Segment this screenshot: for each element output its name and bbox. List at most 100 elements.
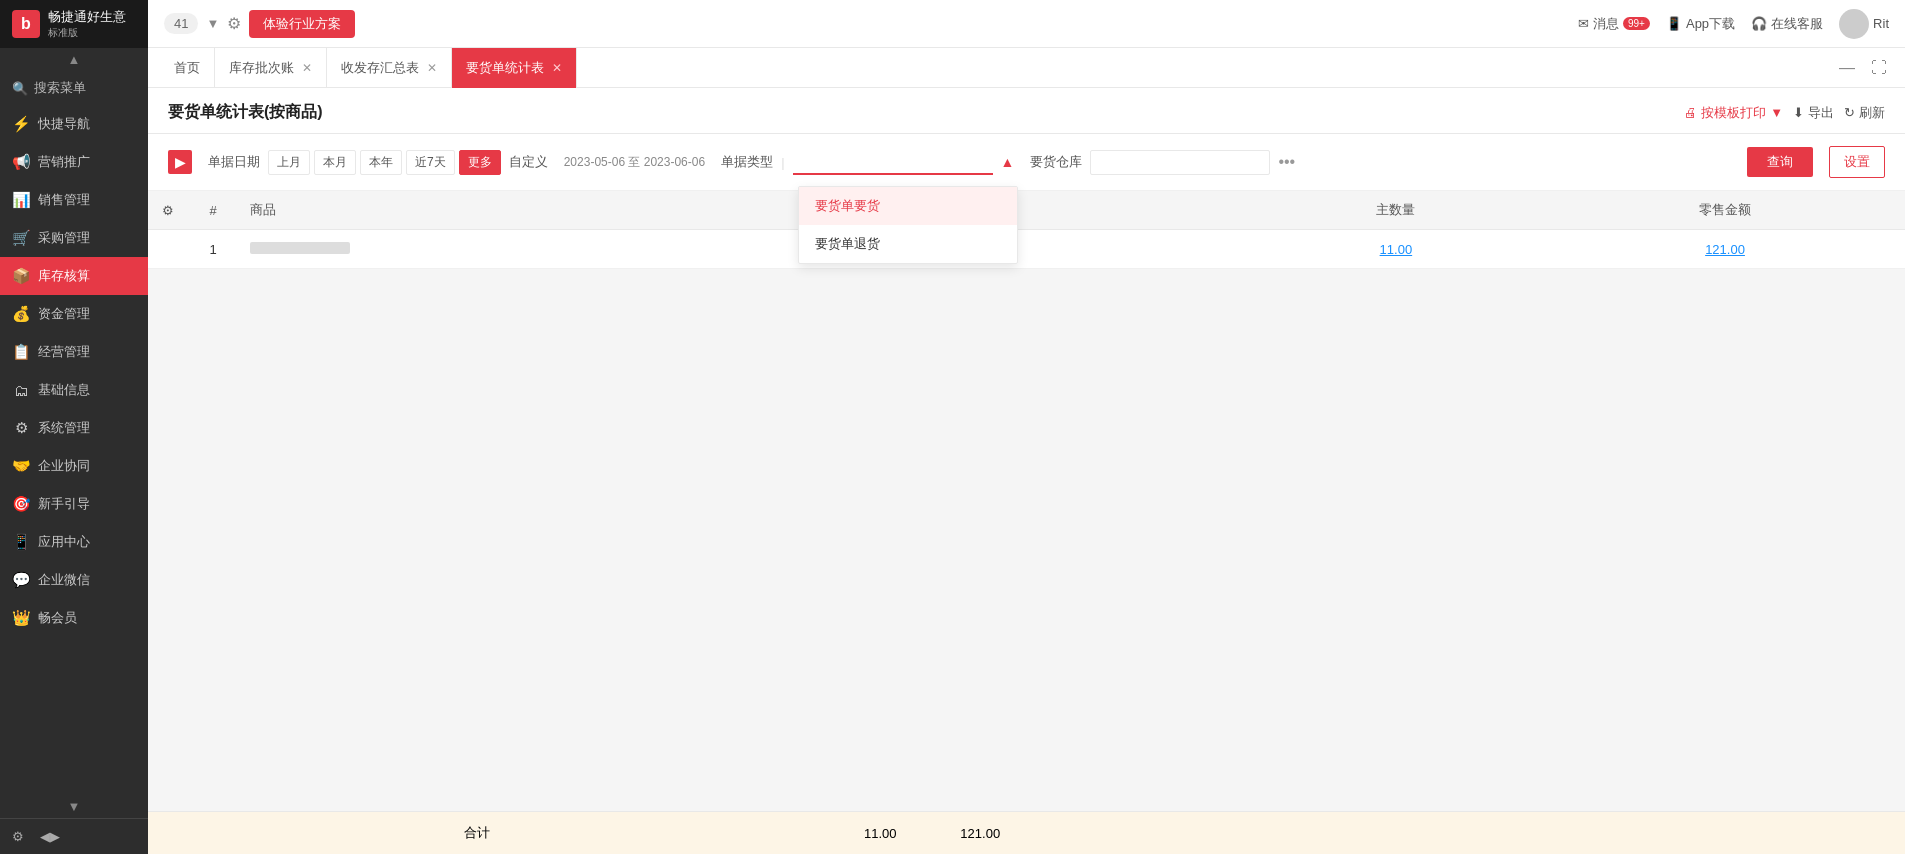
export-button[interactable]: ⬇ 导出 (1793, 104, 1834, 122)
topbar-settings-icon[interactable]: ⚙ (227, 14, 241, 33)
sidebar-item-basic-info[interactable]: 🗂 基础信息 (0, 371, 148, 409)
sidebar-item-wechat[interactable]: 💬 企业微信 (0, 561, 148, 599)
tab-inventory-batch-label: 库存批次账 (229, 59, 294, 77)
col-index: # (188, 191, 238, 230)
sidebar-item-app-center[interactable]: 📱 应用中心 (0, 523, 148, 561)
member-icon: 👑 (12, 609, 30, 627)
sidebar-item-label: 经营管理 (38, 343, 90, 361)
sidebar-item-guide[interactable]: 🎯 新手引导 (0, 485, 148, 523)
trial-button[interactable]: 体验行业方案 (249, 10, 355, 38)
inventory-icon: 📦 (12, 267, 30, 285)
topbar-dropdown-icon[interactable]: ▼ (206, 16, 219, 31)
wechat-icon: 💬 (12, 571, 30, 589)
query-button[interactable]: 查询 (1747, 147, 1813, 177)
sidebar-bottom: ⚙ ◀▶ (0, 818, 148, 854)
print-icon: 🖨 (1684, 105, 1697, 120)
content-body: 要货单统计表(按商品) 🖨 按模板打印 ▼ ⬇ 导出 ↻ 刷新 (148, 88, 1905, 269)
total-quantity: 11.00 (830, 826, 930, 841)
quantity-link[interactable]: 11.00 (1380, 242, 1413, 257)
tab-inventory-batch[interactable]: 库存批次账 ✕ (215, 48, 327, 88)
tab-collection-summary-label: 收发存汇总表 (341, 59, 419, 77)
warehouse-label: 要货仓库 (1030, 153, 1082, 171)
refresh-label: 刷新 (1859, 104, 1885, 122)
topbar-breadcrumb: 41 (164, 13, 198, 34)
sidebar-scroll-down[interactable]: ▼ (0, 795, 148, 818)
sidebar-item-sales[interactable]: 📊 销售管理 (0, 181, 148, 219)
date-label: 单据日期 (208, 153, 260, 171)
tab-order-summary[interactable]: 要货单统计表 ✕ (452, 48, 577, 88)
sidebar-collapse-icon[interactable]: ◀▶ (40, 829, 60, 844)
warehouse-more-icon[interactable]: ••• (1278, 153, 1295, 171)
messages-label: 消息 (1593, 15, 1619, 33)
page-actions: 🖨 按模板打印 ▼ ⬇ 导出 ↻ 刷新 (1684, 104, 1885, 122)
tab-home[interactable]: 首页 (160, 48, 215, 88)
user-avatar (1839, 9, 1869, 39)
page-title: 要货单统计表(按商品) (168, 102, 323, 123)
tab-order-summary-label: 要货单统计表 (466, 59, 544, 77)
system-icon: ⚙ (12, 419, 30, 437)
table-settings-icon[interactable]: ⚙ (162, 203, 174, 218)
date-cur-year[interactable]: 本年 (360, 150, 402, 175)
row-quantity: 11.00 (1247, 230, 1545, 269)
filter-expand-button[interactable]: ▶ (168, 150, 192, 174)
settings-button[interactable]: 设置 (1829, 146, 1885, 178)
type-dropdown-icon[interactable]: ▲ (1001, 154, 1015, 170)
dropdown-item-order-return[interactable]: 要货单退货 (799, 225, 1017, 263)
refresh-button[interactable]: ↻ 刷新 (1844, 104, 1885, 122)
sidebar-item-finance[interactable]: 💰 资金管理 (0, 295, 148, 333)
tab-collection-summary[interactable]: 收发存汇总表 ✕ (327, 48, 452, 88)
sidebar-item-member[interactable]: 👑 畅会员 (0, 599, 148, 637)
amount-link[interactable]: 121.00 (1705, 242, 1745, 257)
date-quick-buttons: 上月 本月 本年 近7天 更多 (268, 150, 501, 175)
user-profile[interactable]: Rit (1839, 9, 1889, 39)
sidebar-item-enterprise[interactable]: 🤝 企业协同 (0, 447, 148, 485)
date-prev-month[interactable]: 上月 (268, 150, 310, 175)
type-input[interactable] (793, 150, 993, 175)
table-row: 1 块 11.00 121.00 (148, 230, 1905, 269)
sidebar-item-operations[interactable]: 📋 经营管理 (0, 333, 148, 371)
date-more[interactable]: 更多 (459, 150, 501, 175)
warehouse-input[interactable] (1090, 150, 1270, 175)
app-download-button[interactable]: 📱 App下载 (1666, 15, 1735, 33)
sales-icon: 📊 (12, 191, 30, 209)
tab-inventory-batch-close[interactable]: ✕ (302, 61, 312, 75)
template-dropdown-icon[interactable]: ▼ (1770, 105, 1783, 120)
tab-order-summary-close[interactable]: ✕ (552, 61, 562, 75)
total-label: 合计 (464, 824, 544, 842)
sidebar-search[interactable]: 🔍 搜索菜单 (0, 71, 148, 105)
col-product: 商品 (238, 191, 825, 230)
tab-collection-summary-close[interactable]: ✕ (427, 61, 437, 75)
tabs-actions: — ⛶ (1833, 57, 1893, 79)
sidebar-item-label: 基础信息 (38, 381, 90, 399)
date-cur-month[interactable]: 本月 (314, 150, 356, 175)
sidebar-item-label: 营销推广 (38, 153, 90, 171)
tab-home-label: 首页 (174, 59, 200, 77)
messages-button[interactable]: ✉ 消息 99+ (1578, 15, 1650, 33)
sidebar-item-label: 新手引导 (38, 495, 90, 513)
sidebar-item-label: 企业协同 (38, 457, 90, 475)
date-last-7days[interactable]: 近7天 (406, 150, 455, 175)
filter-bar: ▶ 单据日期 上月 本月 本年 近7天 更多 自定义 2023-05-06 至 … (148, 134, 1905, 191)
online-service-label: 在线客服 (1771, 15, 1823, 33)
tab-expand-icon[interactable]: ⛶ (1865, 57, 1893, 79)
online-service-button[interactable]: 🎧 在线客服 (1751, 15, 1823, 33)
message-icon: ✉ (1578, 16, 1589, 31)
sidebar-scroll-up[interactable]: ▲ (0, 48, 148, 71)
sidebar-item-purchase[interactable]: 🛒 采购管理 (0, 219, 148, 257)
sidebar-item-quick-nav[interactable]: ⚡ 快捷导航 (0, 105, 148, 143)
topbar: 41 ▼ ⚙ 体验行业方案 ✉ 消息 99+ 📱 App下载 🎧 在线客服 Ri… (148, 0, 1905, 48)
sidebar-settings-icon[interactable]: ⚙ (12, 829, 24, 844)
marketing-icon: 📢 (12, 153, 30, 171)
logo-text-group: 畅捷通好生意 标准版 (48, 8, 126, 40)
template-print-button[interactable]: 🖨 按模板打印 ▼ (1684, 104, 1783, 122)
sidebar-item-marketing[interactable]: 📢 营销推广 (0, 143, 148, 181)
sidebar-item-inventory[interactable]: 📦 库存核算 (0, 257, 148, 295)
topbar-right: ✉ 消息 99+ 📱 App下载 🎧 在线客服 Rit (1578, 9, 1889, 39)
search-icon: 🔍 (12, 81, 28, 96)
tab-minimize-icon[interactable]: — (1833, 57, 1861, 79)
sidebar-item-system[interactable]: ⚙ 系统管理 (0, 409, 148, 447)
type-label: 单据类型 (721, 153, 773, 171)
sidebar-item-label: 企业微信 (38, 571, 90, 589)
dropdown-item-order-goods[interactable]: 要货单要货 (799, 187, 1017, 225)
sidebar-item-label: 库存核算 (38, 267, 90, 285)
